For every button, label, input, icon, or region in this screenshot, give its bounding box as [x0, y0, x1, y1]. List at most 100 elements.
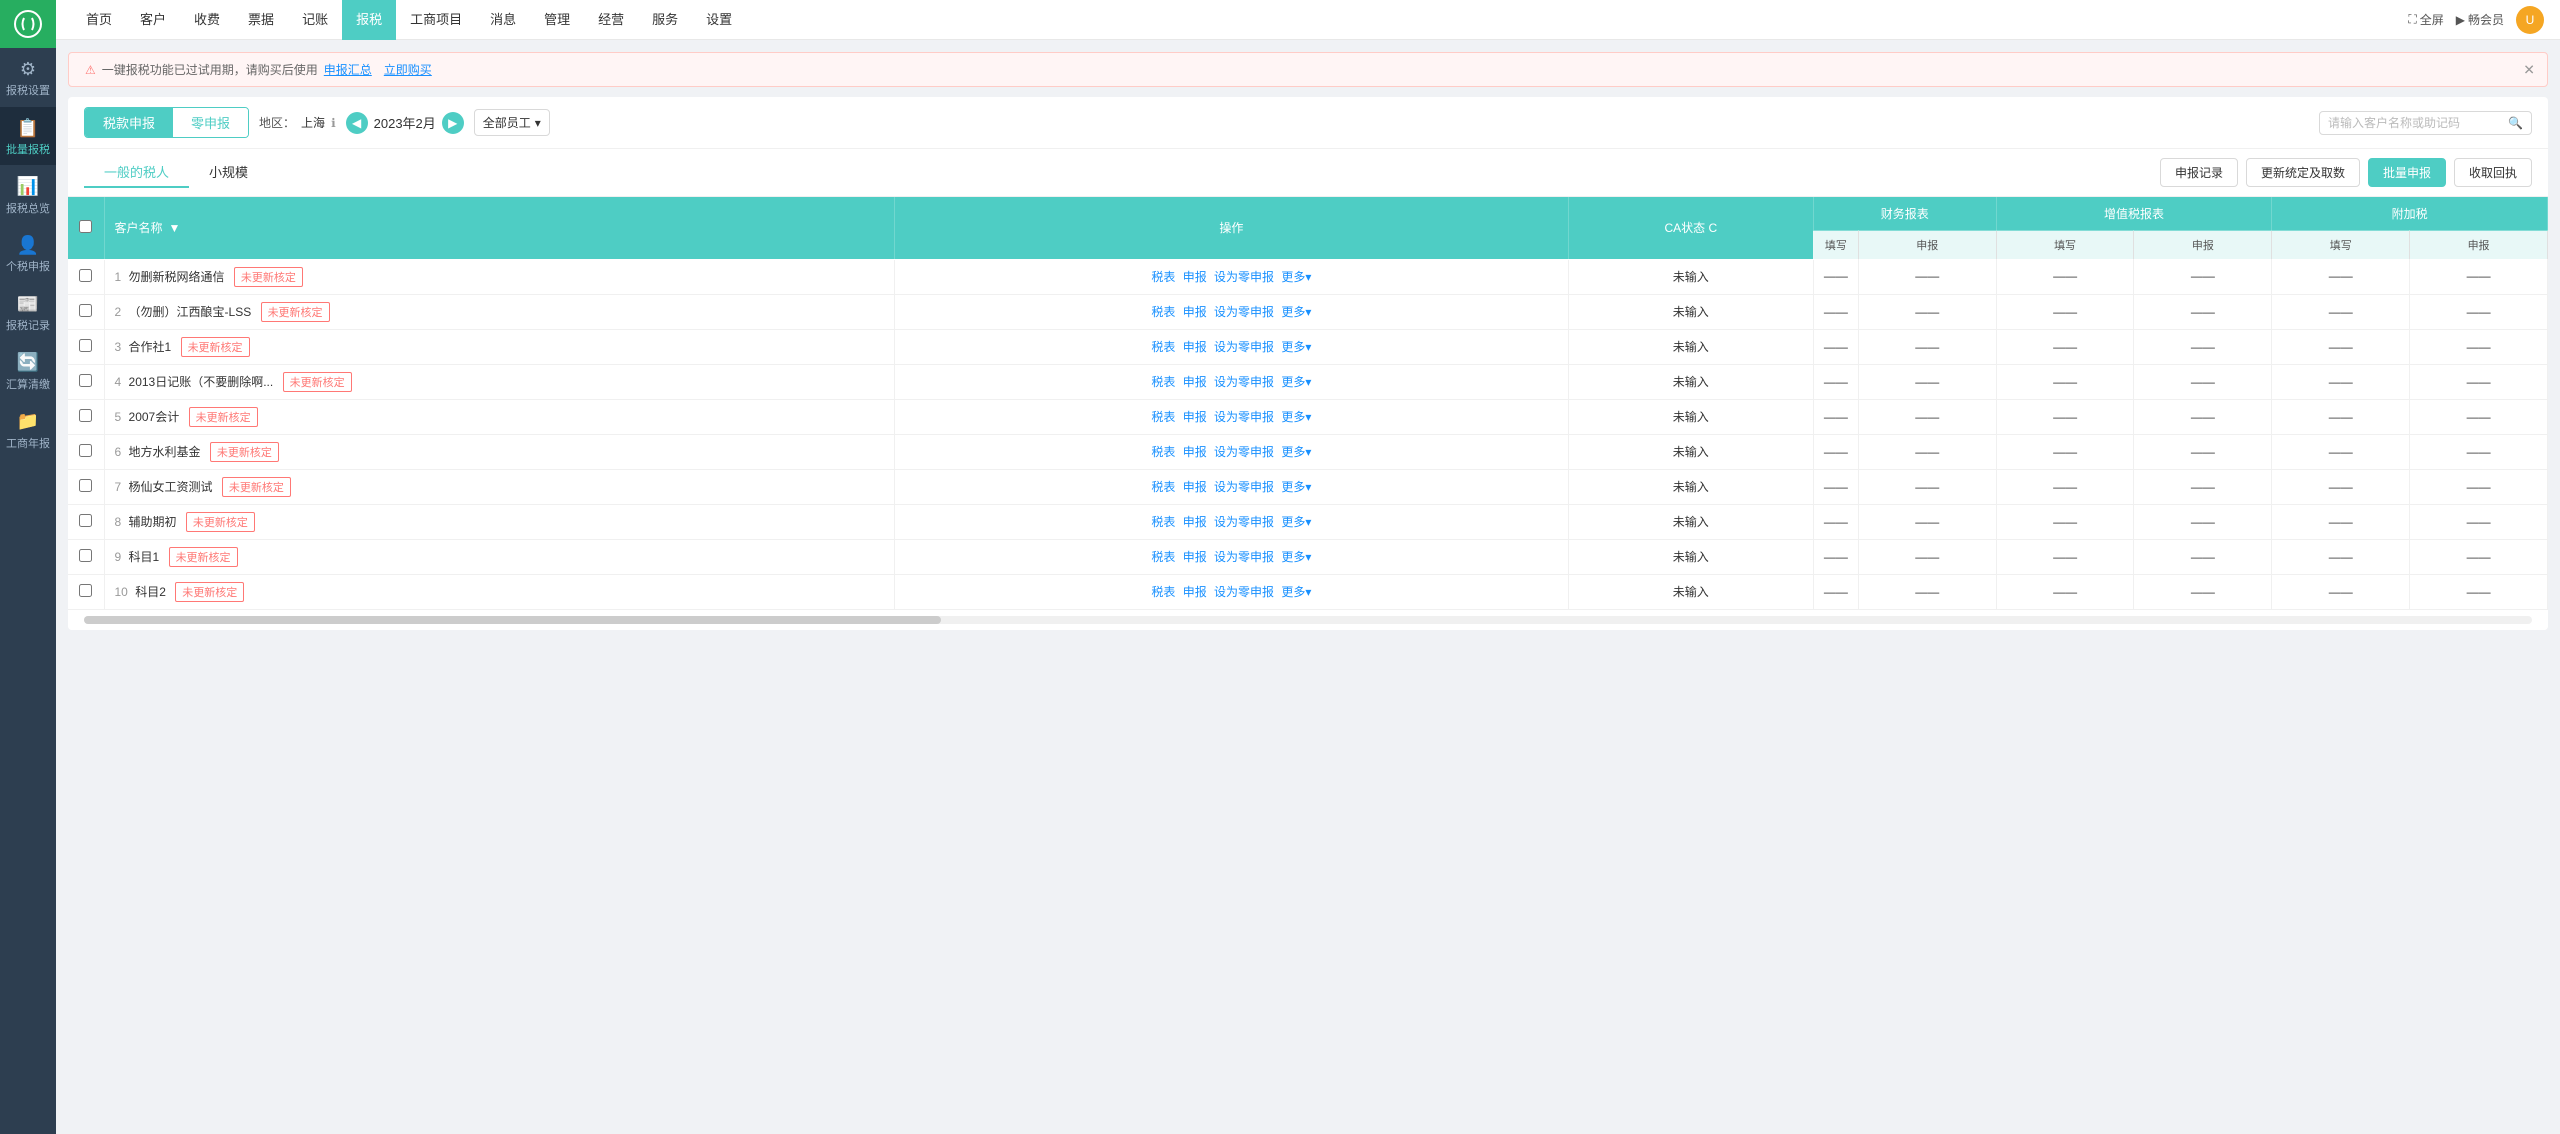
- tab-zero-declare[interactable]: 零申报: [173, 108, 248, 137]
- row-checkbox-8[interactable]: [79, 549, 92, 562]
- op-declare-1[interactable]: 申报: [1183, 305, 1207, 319]
- notice-link-summary[interactable]: 申报汇总: [324, 61, 372, 78]
- nav-home[interactable]: 首页: [72, 0, 126, 40]
- search-input[interactable]: [2328, 116, 2508, 130]
- op-zero-declare-1[interactable]: 设为零申报: [1214, 305, 1274, 319]
- user-avatar[interactable]: U: [2516, 6, 2544, 34]
- tab-small-scale[interactable]: 小规模: [189, 157, 268, 188]
- op-tax-table-9[interactable]: 税表: [1151, 585, 1175, 599]
- row-checkbox-3[interactable]: [79, 374, 92, 387]
- op-zero-declare-2[interactable]: 设为零申报: [1214, 340, 1274, 354]
- declare2-0: ——: [2134, 259, 2272, 294]
- batch-declare-button[interactable]: 批量申报: [2368, 158, 2446, 187]
- op-more-1[interactable]: 更多▾: [1281, 305, 1311, 319]
- sidebar-item-annual-report[interactable]: 📁 工商年报: [0, 400, 56, 459]
- op-tax-table-5[interactable]: 税表: [1151, 445, 1175, 459]
- declare-record-button[interactable]: 申报记录: [2160, 158, 2238, 187]
- select-all-checkbox[interactable]: [79, 220, 92, 233]
- row-name-5: 地方水利基金: [129, 445, 201, 459]
- app-logo[interactable]: [0, 0, 56, 48]
- nav-tax[interactable]: 报税: [342, 0, 396, 40]
- tab-tax-declare[interactable]: 税款申报: [85, 108, 173, 137]
- op-declare-5[interactable]: 申报: [1183, 445, 1207, 459]
- op-tax-table-8[interactable]: 税表: [1151, 550, 1175, 564]
- sort-icon[interactable]: ▼: [169, 221, 181, 235]
- upgrade-button[interactable]: ▶ 畅会员: [2456, 11, 2504, 28]
- op-more-6[interactable]: 更多▾: [1281, 480, 1311, 494]
- op-more-9[interactable]: 更多▾: [1281, 585, 1311, 599]
- op-zero-declare-5[interactable]: 设为零申报: [1214, 445, 1274, 459]
- date-next-button[interactable]: ▶: [442, 112, 464, 134]
- notice-close-button[interactable]: ✕: [2523, 61, 2535, 78]
- scrollbar-thumb[interactable]: [84, 616, 941, 624]
- nav-client[interactable]: 客户: [126, 0, 180, 40]
- staff-selector[interactable]: 全部员工 ▾: [474, 109, 550, 136]
- row-checkbox-7[interactable]: [79, 514, 92, 527]
- horizontal-scrollbar[interactable]: [84, 616, 2532, 624]
- op-declare-4[interactable]: 申报: [1183, 410, 1207, 424]
- op-declare-9[interactable]: 申报: [1183, 585, 1207, 599]
- table-row: 6 地方水利基金 未更新核定 税表 申报 设为零申报 更多▾ 未输入 —— ——…: [68, 434, 2548, 469]
- table-row: 5 2007会计 未更新核定 税表 申报 设为零申报 更多▾ 未输入 —— ——…: [68, 399, 2548, 434]
- nav-bookkeeping[interactable]: 记账: [288, 0, 342, 40]
- row-checkbox-9[interactable]: [79, 584, 92, 597]
- op-declare-7[interactable]: 申报: [1183, 515, 1207, 529]
- op-tax-table-6[interactable]: 税表: [1151, 480, 1175, 494]
- row-checkbox-1[interactable]: [79, 304, 92, 317]
- op-declare-6[interactable]: 申报: [1183, 480, 1207, 494]
- retrieve-button[interactable]: 收取回执: [2454, 158, 2532, 187]
- op-more-5[interactable]: 更多▾: [1281, 445, 1311, 459]
- op-more-8[interactable]: 更多▾: [1281, 550, 1311, 564]
- row-checkbox-2[interactable]: [79, 339, 92, 352]
- declare3-7: ——: [2410, 504, 2548, 539]
- op-tax-table-7[interactable]: 税表: [1151, 515, 1175, 529]
- op-zero-declare-0[interactable]: 设为零申报: [1214, 270, 1274, 284]
- op-tax-table-4[interactable]: 税表: [1151, 410, 1175, 424]
- op-declare-0[interactable]: 申报: [1183, 270, 1207, 284]
- sidebar-item-tax-settings[interactable]: ⚙ 报税设置: [0, 48, 56, 107]
- nav-operations[interactable]: 经营: [584, 0, 638, 40]
- search-icon[interactable]: 🔍: [2508, 116, 2523, 130]
- nav-business[interactable]: 工商项目: [396, 0, 476, 40]
- sidebar-item-batch-tax[interactable]: 📋 批量报税: [0, 107, 56, 166]
- nav-invoice[interactable]: 票据: [234, 0, 288, 40]
- op-tax-table-3[interactable]: 税表: [1151, 375, 1175, 389]
- sidebar-item-tax-overview[interactable]: 📊 报税总览: [0, 165, 56, 224]
- op-zero-declare-3[interactable]: 设为零申报: [1214, 375, 1274, 389]
- op-zero-declare-6[interactable]: 设为零申报: [1214, 480, 1274, 494]
- op-zero-declare-8[interactable]: 设为零申报: [1214, 550, 1274, 564]
- op-tax-table-0[interactable]: 税表: [1151, 270, 1175, 284]
- nav-service[interactable]: 服务: [638, 0, 692, 40]
- nav-management[interactable]: 管理: [530, 0, 584, 40]
- op-more-3[interactable]: 更多▾: [1281, 375, 1311, 389]
- row-checkbox-0[interactable]: [79, 269, 92, 282]
- sidebar-item-tax-records[interactable]: 📰 报税记录: [0, 283, 56, 342]
- op-declare-3[interactable]: 申报: [1183, 375, 1207, 389]
- op-more-0[interactable]: 更多▾: [1281, 270, 1311, 284]
- nav-billing[interactable]: 收费: [180, 0, 234, 40]
- nav-settings[interactable]: 设置: [692, 0, 746, 40]
- op-zero-declare-4[interactable]: 设为零申报: [1214, 410, 1274, 424]
- sidebar-item-personal-tax[interactable]: 👤 个税申报: [0, 224, 56, 283]
- sidebar-item-settlement[interactable]: 🔄 汇算清缴: [0, 341, 56, 400]
- op-zero-declare-7[interactable]: 设为零申报: [1214, 515, 1274, 529]
- op-more-4[interactable]: 更多▾: [1281, 410, 1311, 424]
- info-icon[interactable]: ℹ: [331, 116, 336, 130]
- fill3-2: ——: [2272, 329, 2410, 364]
- row-checkbox-6[interactable]: [79, 479, 92, 492]
- op-tax-table-2[interactable]: 税表: [1151, 340, 1175, 354]
- tab-general-taxpayer[interactable]: 一般的税人: [84, 157, 189, 188]
- fullscreen-button[interactable]: ⛶ 全屏: [2408, 11, 2443, 28]
- op-more-7[interactable]: 更多▾: [1281, 515, 1311, 529]
- row-checkbox-4[interactable]: [79, 409, 92, 422]
- op-declare-8[interactable]: 申报: [1183, 550, 1207, 564]
- op-more-2[interactable]: 更多▾: [1281, 340, 1311, 354]
- date-prev-button[interactable]: ◀: [346, 112, 368, 134]
- row-checkbox-5[interactable]: [79, 444, 92, 457]
- op-tax-table-1[interactable]: 税表: [1151, 305, 1175, 319]
- notice-link-buy[interactable]: 立即购买: [384, 61, 432, 78]
- op-zero-declare-9[interactable]: 设为零申报: [1214, 585, 1274, 599]
- update-config-button[interactable]: 更新统定及取数: [2246, 158, 2360, 187]
- nav-messages[interactable]: 消息: [476, 0, 530, 40]
- op-declare-2[interactable]: 申报: [1183, 340, 1207, 354]
